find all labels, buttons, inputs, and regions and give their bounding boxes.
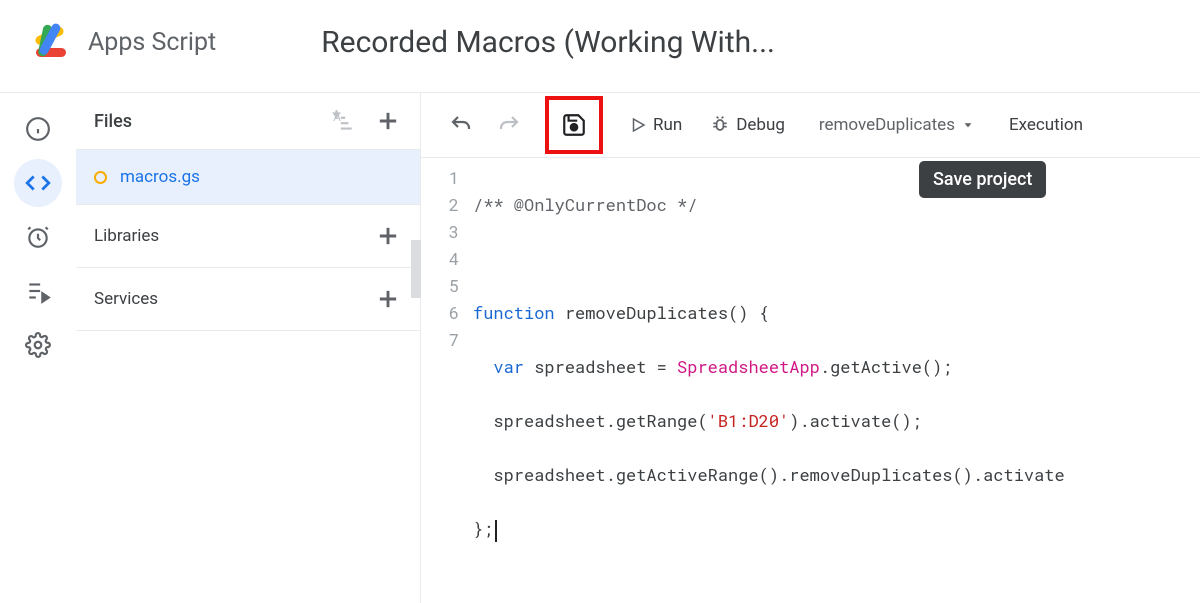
function-select-label: removeDuplicates — [819, 115, 955, 135]
undo-button[interactable] — [441, 105, 481, 145]
sort-icon[interactable]: A — [330, 108, 356, 134]
chevron-down-icon — [961, 118, 975, 132]
files-heading: Files — [94, 111, 132, 132]
save-tooltip: Save project — [919, 161, 1046, 198]
nav-settings[interactable] — [14, 321, 62, 369]
debug-button[interactable]: Debug — [700, 115, 795, 135]
product-logo[interactable]: Apps Script — [30, 20, 216, 64]
save-button[interactable] — [554, 105, 594, 145]
add-library-icon[interactable] — [374, 222, 402, 250]
code-content[interactable]: /** @OnlyCurrentDoc */ function removeDu… — [473, 164, 1065, 596]
svg-text:A: A — [333, 110, 341, 124]
debug-label: Debug — [736, 115, 785, 135]
services-section[interactable]: Services — [76, 268, 420, 331]
scrollbar[interactable] — [411, 240, 421, 298]
text-cursor — [495, 520, 497, 542]
files-panel-header: Files A — [76, 93, 420, 150]
redo-button[interactable] — [489, 105, 529, 145]
libraries-label: Libraries — [94, 226, 159, 246]
file-name: macros.gs — [120, 167, 200, 187]
execution-log-button[interactable]: Execution — [1009, 115, 1083, 135]
nav-editor[interactable] — [14, 159, 62, 207]
add-file-icon[interactable] — [374, 107, 402, 135]
run-button[interactable]: Run — [619, 115, 692, 135]
nav-triggers[interactable] — [14, 213, 62, 261]
add-service-icon[interactable] — [374, 285, 402, 313]
line-gutter: 1 2 3 4 5 6 7 — [421, 164, 473, 596]
nav-overview[interactable] — [14, 105, 62, 153]
editor-area: Run Debug removeDuplicates Execution Sav… — [421, 93, 1200, 603]
file-item-macros[interactable]: macros.gs — [76, 150, 420, 205]
file-status-dot-icon — [94, 171, 107, 184]
app-header: Apps Script Recorded Macros (Working Wit… — [0, 0, 1200, 93]
libraries-section[interactable]: Libraries — [76, 205, 420, 268]
left-nav-rail — [0, 93, 76, 603]
nav-executions[interactable] — [14, 267, 62, 315]
save-button-highlight — [545, 96, 603, 154]
function-select[interactable]: removeDuplicates — [803, 115, 983, 135]
editor-toolbar: Run Debug removeDuplicates Execution — [421, 93, 1200, 158]
project-title[interactable]: Recorded Macros (Working With... — [321, 25, 775, 60]
files-panel: Files A macros.gs Libraries Services — [76, 93, 421, 603]
code-editor[interactable]: 1 2 3 4 5 6 7 /** @OnlyCurrentDoc */ fun… — [421, 158, 1200, 596]
product-name: Apps Script — [88, 28, 216, 57]
run-label: Run — [653, 115, 682, 135]
apps-script-logo-icon — [30, 20, 74, 64]
services-label: Services — [94, 289, 158, 309]
